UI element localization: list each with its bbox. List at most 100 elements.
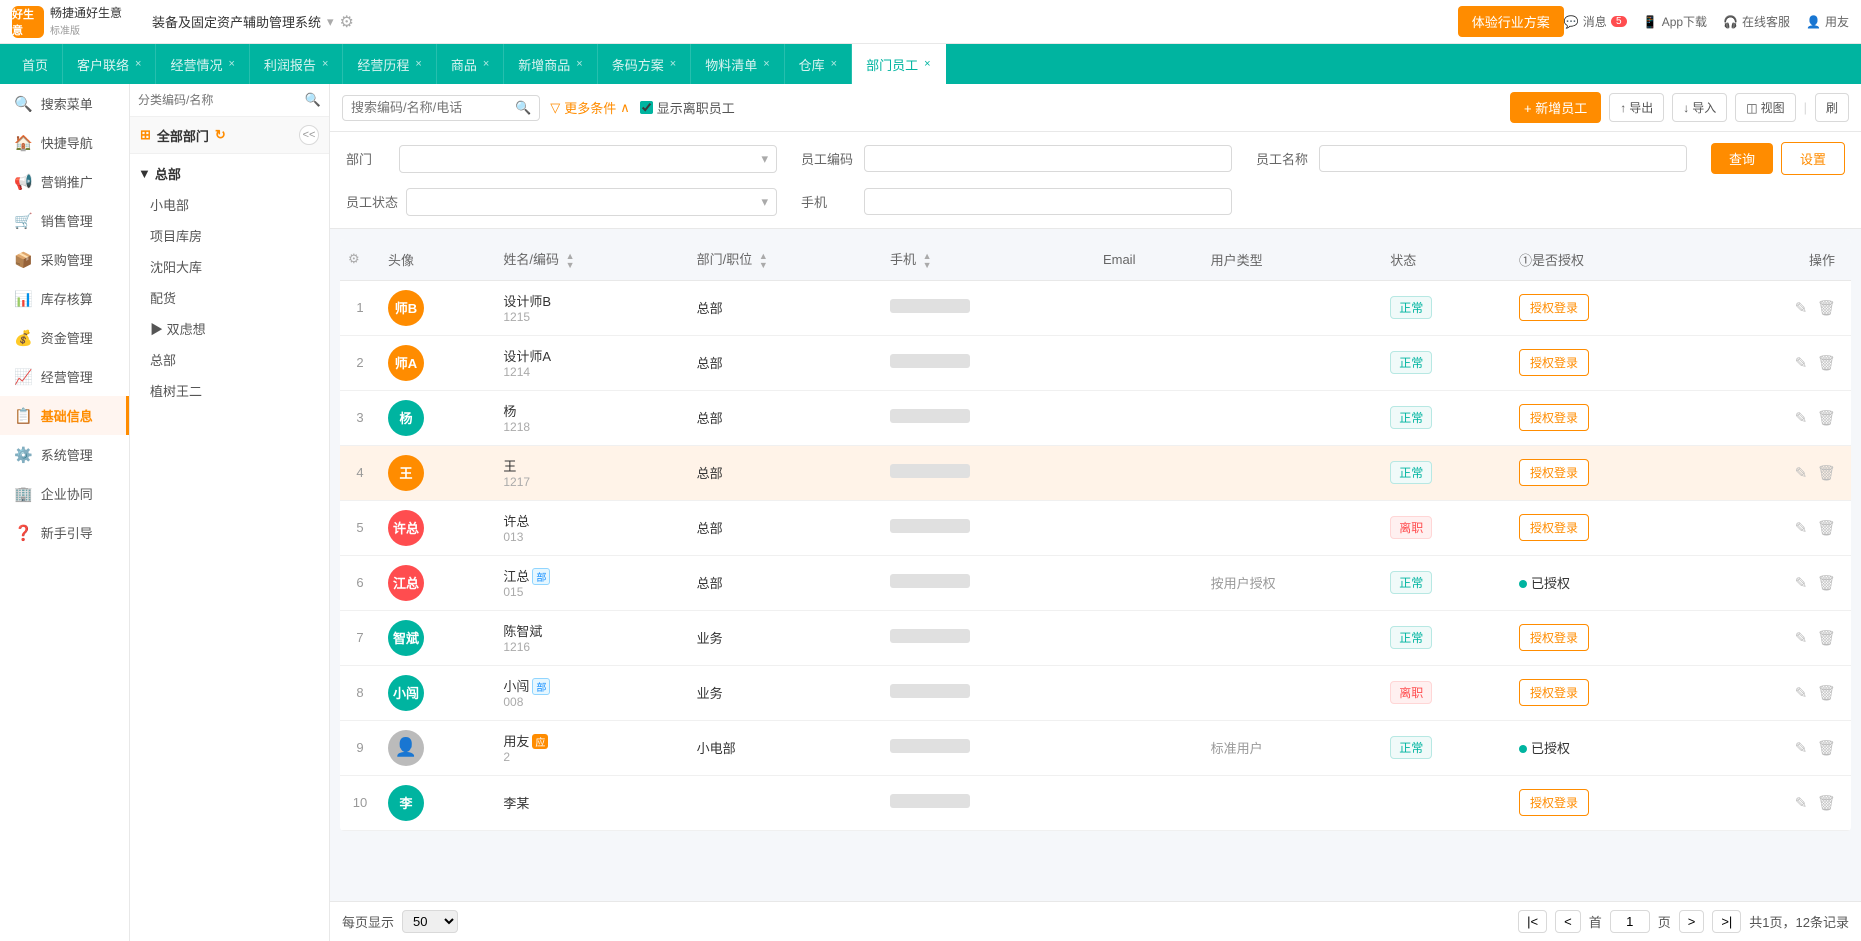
sidebar-item-finance[interactable]: 💰资金管理 xyxy=(0,318,129,357)
auth-login-button[interactable]: 授权登录 xyxy=(1519,294,1589,321)
delete-icon[interactable]: 🗑 xyxy=(1814,740,1839,757)
phone-input[interactable] xyxy=(864,188,1232,215)
dept-child-4[interactable]: ▶ 双虑想 xyxy=(130,313,329,344)
delete-icon[interactable]: 🗑 xyxy=(1814,465,1839,482)
edit-icon[interactable]: ✎ xyxy=(1792,465,1811,482)
sidebar-item-basic-info[interactable]: 📋基础信息 xyxy=(0,396,129,435)
sidebar-item-system[interactable]: ⚙️系统管理 xyxy=(0,435,129,474)
per-page-select[interactable]: 50 100 200 xyxy=(402,910,458,933)
last-page-button[interactable]: >| xyxy=(1712,910,1741,933)
collapse-button[interactable]: << xyxy=(299,125,319,145)
auth-login-button[interactable]: 授权登录 xyxy=(1519,789,1589,816)
view-button[interactable]: ◫ 视图 xyxy=(1735,93,1795,122)
emp-code-input[interactable] xyxy=(864,145,1232,172)
edit-icon[interactable]: ✎ xyxy=(1792,355,1811,372)
close-tab-icon[interactable]: × xyxy=(322,58,328,70)
import-button[interactable]: ↓ 导入 xyxy=(1672,93,1727,122)
nav-tab-条码方案[interactable]: 条码方案 × xyxy=(598,44,691,84)
resigned-checkbox-input[interactable] xyxy=(640,101,653,114)
dept-child-1[interactable]: 项目库房 xyxy=(130,220,329,251)
nav-tab-物料清单[interactable]: 物料清单 × xyxy=(691,44,784,84)
sidebar-item-marketing[interactable]: 📢营销推广 xyxy=(0,162,129,201)
sidebar-item-sales[interactable]: 🛒销售管理 xyxy=(0,201,129,240)
dept-child-5[interactable]: 总部 xyxy=(130,344,329,375)
delete-icon[interactable]: 🗑 xyxy=(1814,575,1839,592)
close-tab-icon[interactable]: × xyxy=(831,58,837,70)
dept-select[interactable]: ▾ xyxy=(399,145,777,173)
auth-login-button[interactable]: 授权登录 xyxy=(1519,514,1589,541)
message-button[interactable]: 💬 消息 5 xyxy=(1564,13,1627,30)
auth-login-button[interactable]: 授权登录 xyxy=(1519,679,1589,706)
delete-icon[interactable]: 🗑 xyxy=(1814,685,1839,702)
edit-icon[interactable]: ✎ xyxy=(1792,685,1811,702)
dept-node-parent-0[interactable]: ▼ 总部 xyxy=(130,158,329,189)
dept-child-0[interactable]: 小电部 xyxy=(130,189,329,220)
edit-icon[interactable]: ✎ xyxy=(1792,520,1811,537)
close-tab-icon[interactable]: × xyxy=(228,58,234,70)
add-employee-button[interactable]: + 新增员工 xyxy=(1510,92,1601,123)
auth-login-button[interactable]: 授权登录 xyxy=(1519,404,1589,431)
col-settings-icon[interactable]: ⚙ xyxy=(348,251,360,266)
nav-tab-经营历程[interactable]: 经营历程 × xyxy=(343,44,436,84)
export-button[interactable]: ↑ 导出 xyxy=(1609,93,1664,122)
edit-icon[interactable]: ✎ xyxy=(1792,410,1811,427)
close-tab-icon[interactable]: × xyxy=(576,58,582,70)
dept-child-3[interactable]: 配货 xyxy=(130,282,329,313)
first-page-button[interactable]: |< xyxy=(1518,910,1547,933)
nav-tab-首页[interactable]: 首页 xyxy=(8,44,63,84)
close-tab-icon[interactable]: × xyxy=(135,58,141,70)
nav-tab-仓库[interactable]: 仓库 × xyxy=(785,44,852,84)
page-input[interactable] xyxy=(1610,910,1650,933)
online-service-button[interactable]: 🎧 在线客服 xyxy=(1723,13,1790,30)
delete-icon[interactable]: 🗑 xyxy=(1814,410,1839,427)
nav-tab-经营情况[interactable]: 经营情况 × xyxy=(156,44,249,84)
all-dept-label[interactable]: 全部部门 xyxy=(157,126,209,145)
delete-icon[interactable]: 🗑 xyxy=(1814,355,1839,372)
search-input[interactable] xyxy=(351,100,511,115)
close-tab-icon[interactable]: × xyxy=(924,58,930,70)
nav-tab-利润报告[interactable]: 利润报告 × xyxy=(250,44,343,84)
system-dropdown-icon[interactable]: ▾ xyxy=(327,14,334,30)
sidebar-item-operations[interactable]: 📈经营管理 xyxy=(0,357,129,396)
name-sort-icon[interactable]: ▲▼ xyxy=(566,252,575,270)
close-tab-icon[interactable]: × xyxy=(670,58,676,70)
dept-child-6[interactable]: 植树王二 xyxy=(130,375,329,406)
close-tab-icon[interactable]: × xyxy=(483,58,489,70)
sidebar-item-inventory[interactable]: 📊库存核算 xyxy=(0,279,129,318)
close-tab-icon[interactable]: × xyxy=(415,58,421,70)
search-icon[interactable]: 🔍 xyxy=(515,100,531,116)
user-button[interactable]: 👤 用友 xyxy=(1806,13,1849,30)
auth-login-button[interactable]: 授权登录 xyxy=(1519,459,1589,486)
nav-tab-客户联络[interactable]: 客户联络 × xyxy=(63,44,156,84)
search-adv-button[interactable]: 查询 xyxy=(1711,143,1773,174)
app-download-button[interactable]: 📱 App下载 xyxy=(1643,13,1707,30)
refresh-icon[interactable]: ↻ xyxy=(215,127,226,143)
more-filter-button[interactable]: ▽ 更多条件 ∧ xyxy=(550,98,630,117)
nav-tab-新增商品[interactable]: 新增商品 × xyxy=(504,44,597,84)
set-button[interactable]: 设置 xyxy=(1781,142,1845,175)
delete-icon[interactable]: 🗑 xyxy=(1814,630,1839,647)
auth-login-button[interactable]: 授权登录 xyxy=(1519,349,1589,376)
emp-name-input[interactable] xyxy=(1319,145,1687,172)
nav-tab-部门员工[interactable]: 部门员工 × xyxy=(852,44,945,84)
phone-sort-icon[interactable]: ▲▼ xyxy=(923,252,932,270)
dept-sort-icon[interactable]: ▲▼ xyxy=(759,252,768,270)
edit-icon[interactable]: ✎ xyxy=(1792,300,1811,317)
sidebar-item-guide[interactable]: ❓新手引导 xyxy=(0,513,129,552)
settings-icon[interactable]: ⚙ xyxy=(340,12,354,32)
sidebar-item-enterprise[interactable]: 🏢企业协同 xyxy=(0,474,129,513)
edit-icon[interactable]: ✎ xyxy=(1792,575,1811,592)
edit-icon[interactable]: ✎ xyxy=(1792,740,1811,757)
close-tab-icon[interactable]: × xyxy=(763,58,769,70)
next-page-button[interactable]: > xyxy=(1679,910,1705,933)
edit-icon[interactable]: ✎ xyxy=(1792,795,1811,812)
dept-child-2[interactable]: 沈阳大库 xyxy=(130,251,329,282)
edit-icon[interactable]: ✎ xyxy=(1792,630,1811,647)
sidebar-item-quick-nav[interactable]: 🏠快捷导航 xyxy=(0,123,129,162)
auth-login-button[interactable]: 授权登录 xyxy=(1519,624,1589,651)
delete-icon[interactable]: 🗑 xyxy=(1814,520,1839,537)
status-select[interactable]: ▾ xyxy=(406,188,777,216)
dept-search-input[interactable] xyxy=(138,93,305,107)
trial-button[interactable]: 体验行业方案 xyxy=(1458,6,1564,37)
print-button[interactable]: 刷 xyxy=(1815,93,1849,122)
